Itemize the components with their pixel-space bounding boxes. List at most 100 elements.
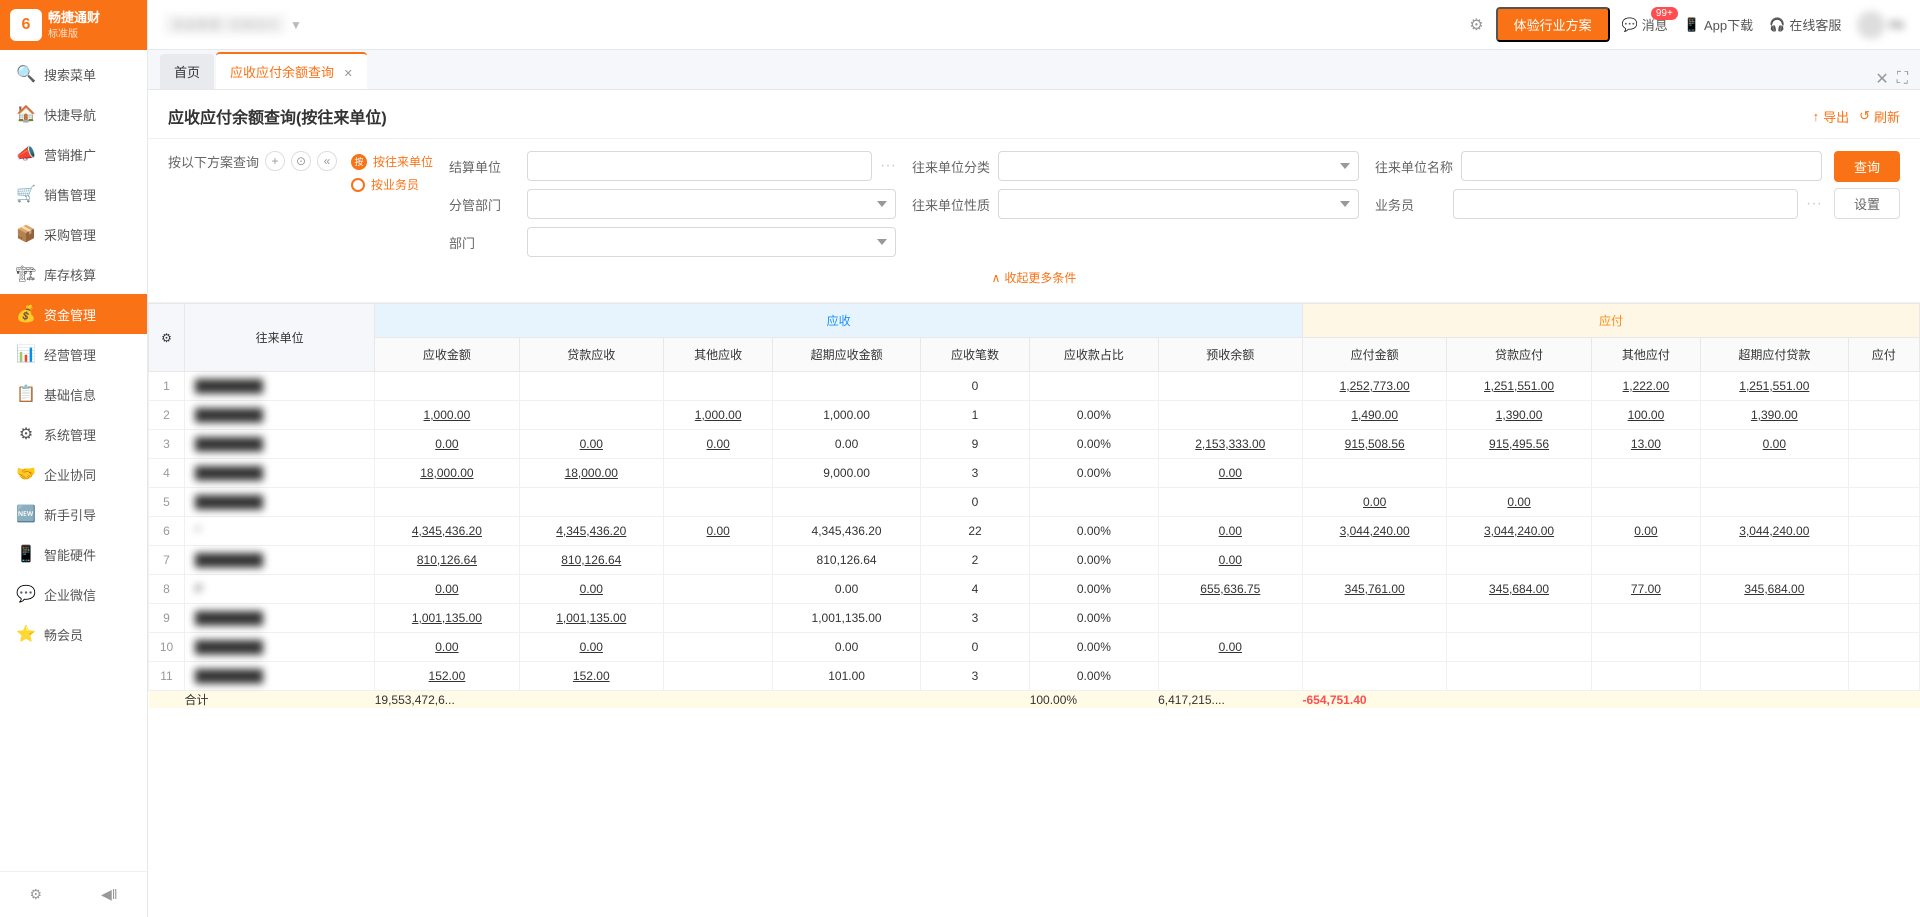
sidebar-item-finance[interactable]: 💰资金管理 [0, 294, 147, 334]
salesperson-dots-icon[interactable]: ··· [1806, 195, 1822, 213]
tab-home[interactable]: 首页 [160, 54, 214, 89]
table-cell[interactable]: 1,251,551.00 [1701, 372, 1848, 401]
table-cell[interactable]: 0.00 [1158, 517, 1302, 546]
table-cell[interactable]: 345,761.00 [1302, 575, 1446, 604]
table-cell[interactable]: 0.00 [519, 633, 663, 662]
schema-by-staff[interactable]: 按业务员 [347, 174, 437, 195]
table-cell[interactable]: 915,495.56 [1447, 430, 1591, 459]
table-cell[interactable]: 810,126.64 [519, 546, 663, 575]
settlement-input[interactable] [527, 151, 872, 181]
table-cell[interactable]: 0.00 [375, 633, 519, 662]
tabbar-expand-btn[interactable]: ⛶ [1897, 70, 1908, 88]
table-cell[interactable]: 0.00 [1158, 633, 1302, 662]
unit-nature-select[interactable] [998, 189, 1359, 219]
table-cell[interactable]: 100.00 [1591, 401, 1700, 430]
table-cell[interactable]: 77.00 [1591, 575, 1700, 604]
settings-button[interactable]: 设置 [1834, 188, 1900, 219]
promo-button[interactable]: 体验行业方案 [1496, 7, 1610, 42]
table-cell[interactable]: 0.00 [1302, 488, 1446, 517]
filter-collapse-btn[interactable]: « [317, 151, 337, 171]
table-cell [519, 401, 663, 430]
sidebar-item-marketing[interactable]: 📣营销推广 [0, 134, 147, 174]
table-cell[interactable]: 1,251,551.00 [1447, 372, 1591, 401]
table-cell[interactable]: 0.00 [519, 575, 663, 604]
topbar-gear-icon[interactable]: ⚙ [1469, 15, 1483, 35]
table-cell[interactable]: 1,000.00 [375, 401, 519, 430]
sidebar-item-hardware[interactable]: 📱智能硬件 [0, 534, 147, 574]
online-service-button[interactable]: 🎧 在线客服 [1769, 15, 1841, 34]
table-cell[interactable]: 1,490.00 [1302, 401, 1446, 430]
dept-select[interactable] [527, 189, 896, 219]
table-cell[interactable]: 1,252,773.00 [1302, 372, 1446, 401]
sidebar-collapse-btn[interactable]: ◀‖ [93, 882, 126, 907]
sidebar-item-collab[interactable]: 🤝企业协同 [0, 454, 147, 494]
table-cell[interactable]: 0.00 [1158, 546, 1302, 575]
footer-prepay[interactable]: 6,417,215.... [1158, 691, 1302, 709]
table-cell[interactable]: 0.00 [519, 430, 663, 459]
sidebar-item-search[interactable]: 🔍搜索菜单 [0, 54, 147, 94]
table-cell[interactable]: 2,153,333.00 [1158, 430, 1302, 459]
table-cell[interactable]: 4,345,436.20 [519, 517, 663, 546]
table-cell[interactable]: 152.00 [375, 662, 519, 691]
table-cell[interactable]: 345,684.00 [1701, 575, 1848, 604]
tab-ar-ap[interactable]: 应收应付余额查询 ✕ [216, 52, 367, 89]
sub-dept-select[interactable] [527, 227, 896, 257]
sidebar-item-basic[interactable]: 📋基础信息 [0, 374, 147, 414]
sidebar-item-purchase[interactable]: 📦采购管理 [0, 214, 147, 254]
sidebar-item-wechat[interactable]: 💬企业微信 [0, 574, 147, 614]
sidebar-item-guide[interactable]: 🆕新手引导 [0, 494, 147, 534]
table-cell[interactable]: 915,508.56 [1302, 430, 1446, 459]
table-cell[interactable]: 0.00 [375, 430, 519, 459]
table-cell[interactable]: 1,390.00 [1701, 401, 1848, 430]
table-cell[interactable]: 18,000.00 [519, 459, 663, 488]
sidebar-item-member[interactable]: ⭐畅会员 [0, 614, 147, 654]
unit-name-input[interactable] [1461, 151, 1822, 181]
table-cell[interactable]: 1,000.00 [663, 401, 772, 430]
table-cell[interactable]: 1,390.00 [1447, 401, 1591, 430]
table-settings-col[interactable]: ⚙ [149, 304, 185, 372]
messages-button[interactable]: 💬 消息 99+ [1622, 15, 1668, 34]
filter-add-btn[interactable]: + [265, 151, 285, 171]
tabbar-close-btn[interactable]: ✕ [1875, 69, 1888, 89]
settlement-dots-icon[interactable]: ··· [880, 157, 896, 175]
app-download-button[interactable]: 📱 App下载 [1684, 15, 1753, 34]
sidebar-item-sales[interactable]: 🛒销售管理 [0, 174, 147, 214]
table-cell[interactable]: 0.00 [1158, 459, 1302, 488]
user-menu[interactable]: Rit [1857, 11, 1904, 39]
salesperson-input[interactable] [1453, 189, 1798, 219]
table-cell[interactable]: 3,044,240.00 [1447, 517, 1591, 546]
unit-category-select[interactable] [998, 151, 1359, 181]
table-cell[interactable]: 4,345,436.20 [375, 517, 519, 546]
sidebar-settings-btn[interactable]: ⚙ [21, 882, 50, 907]
table-cell[interactable]: 1,001,135.00 [519, 604, 663, 633]
tab-close-icon[interactable]: ✕ [344, 68, 353, 80]
table-cell[interactable]: 1,001,135.00 [375, 604, 519, 633]
table-cell[interactable]: 655,636.75 [1158, 575, 1302, 604]
table-cell[interactable]: 13.00 [1591, 430, 1700, 459]
table-cell[interactable]: 0.00 [663, 517, 772, 546]
table-cell[interactable]: 0.00 [1447, 488, 1591, 517]
table-cell[interactable]: 0.00 [1701, 430, 1848, 459]
schema-by-unit[interactable]: 按 按往来单位 [347, 151, 437, 172]
table-cell[interactable]: 0.00 [1591, 517, 1700, 546]
export-button[interactable]: ↑ 导出 [1813, 107, 1850, 126]
table-cell[interactable]: 0.00 [663, 430, 772, 459]
filter-config-btn[interactable]: ⊙ [291, 151, 311, 171]
table-cell[interactable]: 0.00 [375, 575, 519, 604]
filter-unit-category: 往来单位分类 [912, 151, 1359, 181]
sidebar-item-inventory[interactable]: 🏗库存核算 [0, 254, 147, 294]
sidebar-item-quick[interactable]: 🏠快捷导航 [0, 94, 147, 134]
filter-collapse-btn[interactable]: ∧ 收起更多条件 [168, 265, 1900, 290]
table-cell[interactable]: 18,000.00 [375, 459, 519, 488]
sidebar-item-system[interactable]: ⚙系统管理 [0, 414, 147, 454]
table-cell[interactable]: 3,044,240.00 [1302, 517, 1446, 546]
table-cell[interactable]: 810,126.64 [375, 546, 519, 575]
table-cell[interactable]: 3,044,240.00 [1701, 517, 1848, 546]
table-cell[interactable]: 1,222.00 [1591, 372, 1700, 401]
query-button[interactable]: 查询 [1834, 151, 1900, 182]
table-cell[interactable]: 152.00 [519, 662, 663, 691]
table-cell[interactable]: 345,684.00 [1447, 575, 1591, 604]
footer-ar-amount[interactable]: 19,553,472,6... [375, 691, 519, 709]
refresh-button[interactable]: ↺ 刷新 [1859, 107, 1900, 126]
sidebar-item-operation[interactable]: 📊经营管理 [0, 334, 147, 374]
